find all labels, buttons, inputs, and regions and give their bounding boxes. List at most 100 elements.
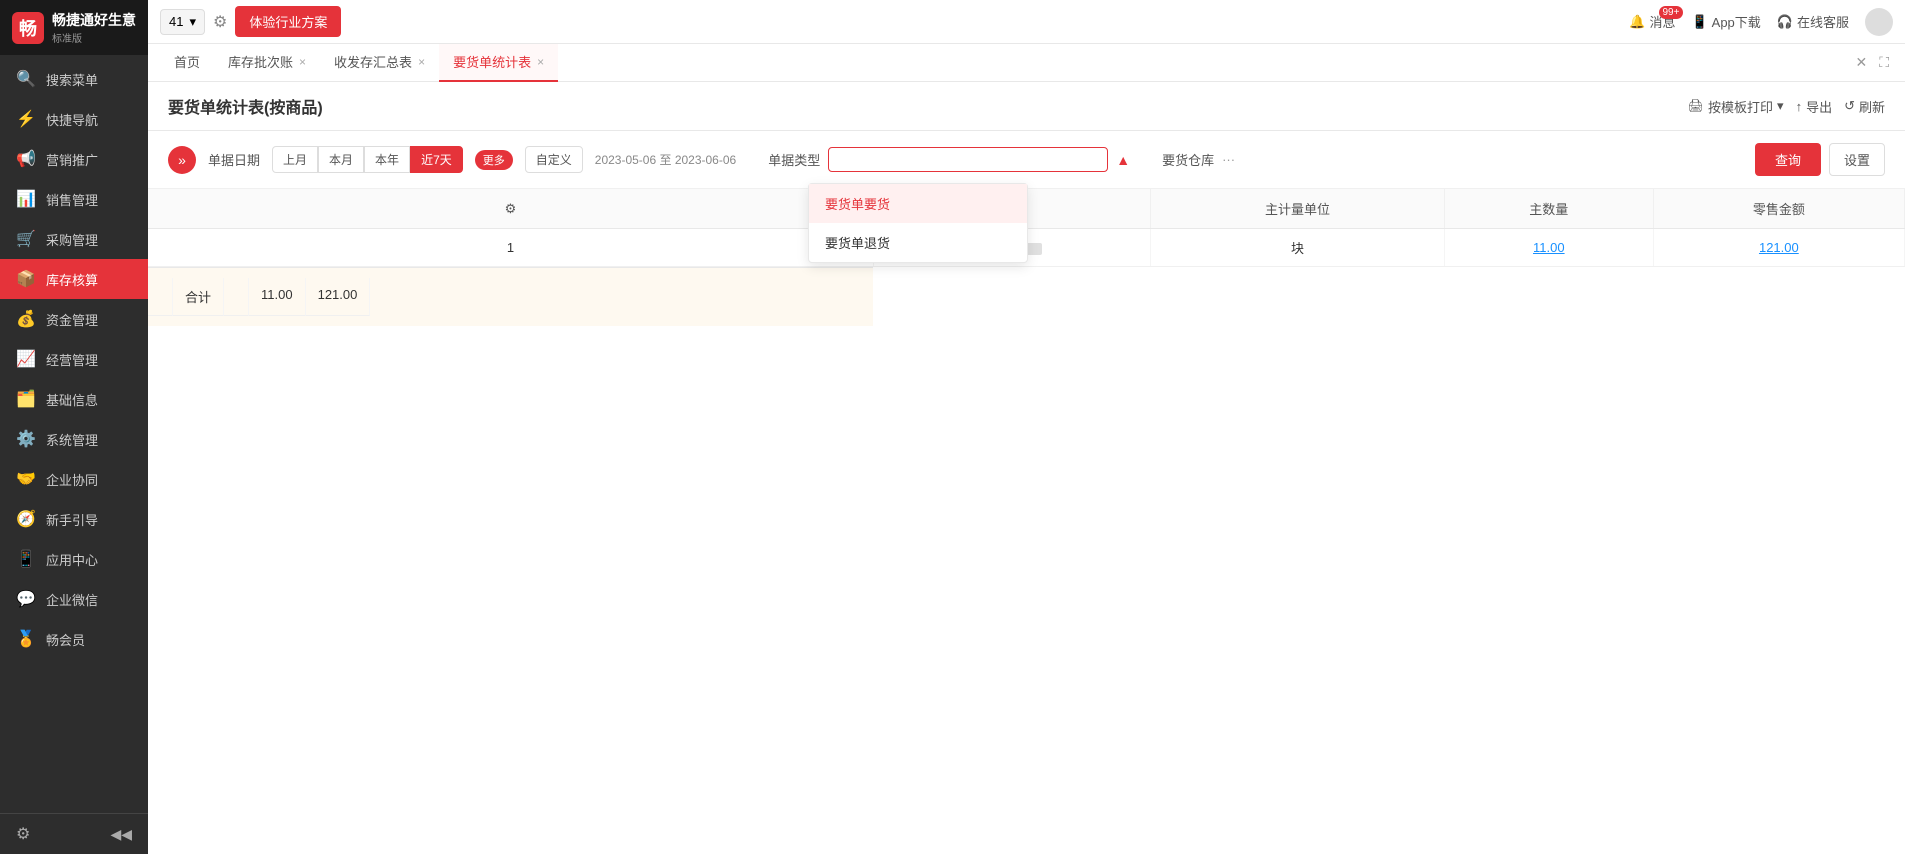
row-amount[interactable]: 121.00 — [1653, 229, 1904, 267]
tab-receipt-summary[interactable]: 收发存汇总表 × — [320, 44, 439, 82]
sidebar-item-label: 经营管理 — [46, 350, 98, 369]
tab-label-receipt-summary: 收发存汇总表 — [334, 52, 412, 71]
filter-expand-btn[interactable]: » — [168, 146, 196, 174]
sidebar-item-guide[interactable]: 🧭新手引导 — [0, 499, 148, 539]
period-btn-last-month[interactable]: 上月 — [272, 146, 318, 173]
footer-quantity: 11.00 — [249, 278, 306, 316]
inventory-icon: 📦 — [16, 269, 36, 289]
table-footer-row: 合计 11.00 121.00 — [148, 267, 873, 326]
tab-close-order-summary[interactable]: × — [537, 55, 544, 69]
notify-btn[interactable]: 🔔 消息 99+ — [1629, 12, 1675, 31]
settings-icon: ⚙ — [505, 201, 517, 216]
close-window-btn[interactable]: ✕ — [1851, 52, 1871, 73]
expand-window-btn[interactable]: ⛶ — [1875, 52, 1893, 73]
col-unit: 主计量单位 — [1151, 189, 1445, 229]
type-dropdown-arrow[interactable]: ▲ — [1116, 152, 1130, 168]
period-btn-this-month[interactable]: 本月 — [318, 146, 364, 173]
sidebar-brand-main: 畅捷通好生意 — [52, 10, 136, 30]
sidebar-item-enterprise[interactable]: 🤝企业协同 — [0, 459, 148, 499]
tab-inventory-batch[interactable]: 库存批次账 × — [214, 44, 320, 82]
col-quantity: 主数量 — [1444, 189, 1653, 229]
sidebar-header: 畅 畅捷通好生意 标准版 — [0, 0, 148, 55]
mobile-icon: 📱 — [1691, 14, 1707, 30]
tabs-bar: 首页库存批次账 ×收发存汇总表 ×要货单统计表 × ✕ ⛶ — [148, 44, 1905, 82]
chevron-down-icon: ▾ — [1777, 98, 1784, 114]
tab-label-order-summary: 要货单统计表 — [453, 52, 531, 71]
sidebar-item-label: 采购管理 — [46, 230, 98, 249]
marketing-icon: 📢 — [16, 149, 36, 169]
sidebar-item-base[interactable]: 🗂️基础信息 — [0, 379, 148, 419]
sidebar-item-label: 基础信息 — [46, 390, 98, 409]
page-content: 要货单统计表(按商品) 🖨 按模板打印 ▾ ↑ 导出 ↺ 刷新 — [148, 82, 1905, 854]
topbar-settings-icon[interactable]: ⚙ — [213, 12, 227, 32]
type-filter-group: 单据类型 ▲ — [768, 147, 1130, 172]
member-icon: 🏅 — [16, 629, 36, 649]
sidebar-brand-text: 畅捷通好生意 标准版 — [52, 10, 136, 45]
sidebar-item-system[interactable]: ⚙️系统管理 — [0, 419, 148, 459]
col-settings[interactable]: ⚙ — [148, 189, 873, 229]
tab-order-summary[interactable]: 要货单统计表 × — [439, 44, 558, 82]
data-table-container: ⚙ 商品 主计量单位 主数量 零售金额 1 块 11.00 121.00 — [148, 189, 1905, 854]
period-btn-group: 上月 本月 本年 近7天 — [272, 146, 463, 173]
sidebar-item-purchase[interactable]: 🛒 采购管理 — [0, 219, 148, 259]
company-selector[interactable]: 41 ▾ — [160, 9, 205, 35]
sidebar-item-label: 应用中心 — [46, 550, 98, 569]
period-btn-this-year[interactable]: 本年 — [364, 146, 410, 173]
bell-icon: 🔔 — [1629, 14, 1645, 30]
sidebar-item-label: 系统管理 — [46, 430, 98, 449]
chevron-down-icon: ▾ — [189, 14, 196, 30]
query-btn[interactable]: 查询 — [1755, 143, 1821, 176]
sidebar-item-quick-nav[interactable]: ⚡快捷导航 — [0, 99, 148, 139]
search-icon: 🔍 — [16, 69, 36, 89]
refresh-icon: ↺ — [1844, 98, 1855, 114]
headset-icon: 🎧 — [1777, 14, 1793, 30]
dropdown-item-order-return[interactable]: 要货单退货 — [809, 223, 1027, 262]
sidebar-item-label: 营销推广 — [46, 150, 98, 169]
warehouse-more-icon[interactable]: ··· — [1222, 152, 1235, 167]
tab-label-inventory-batch: 库存批次账 — [228, 52, 293, 71]
service-label: 在线客服 — [1797, 12, 1849, 31]
settings-icon[interactable]: ⚙ — [16, 824, 30, 844]
tab-close-receipt-summary[interactable]: × — [418, 55, 425, 69]
row-unit: 块 — [1151, 229, 1445, 267]
topbar-right: 🔔 消息 99+ 📱 App下载 🎧 在线客服 — [1629, 8, 1893, 36]
tab-home[interactable]: 首页 — [160, 44, 214, 82]
guide-icon: 🧭 — [16, 509, 36, 529]
purchase-icon: 🛒 — [16, 229, 36, 249]
sidebar-item-app-center[interactable]: 📱应用中心 — [0, 539, 148, 579]
sidebar-item-wechat[interactable]: 💬企业微信 — [0, 579, 148, 619]
trial-btn[interactable]: 体验行业方案 — [235, 6, 341, 37]
sidebar-item-member[interactable]: 🏅畅会员 — [0, 619, 148, 659]
operation-icon: 📈 — [16, 349, 36, 369]
collapse-icon[interactable]: ◀◀ — [110, 826, 132, 843]
page-header-actions: 🖨 按模板打印 ▾ ↑ 导出 ↺ 刷新 — [1688, 97, 1886, 116]
company-number: 41 — [169, 14, 183, 29]
sidebar-item-operation[interactable]: 📈 经营管理 — [0, 339, 148, 379]
sidebar-item-finance[interactable]: 💰资金管理 — [0, 299, 148, 339]
print-btn[interactable]: 🖨 按模板打印 ▾ — [1688, 97, 1784, 116]
sidebar-footer: ⚙ ◀◀ — [0, 813, 148, 854]
online-service-btn[interactable]: 🎧 在线客服 — [1777, 12, 1849, 31]
more-period-btn[interactable]: 更多 — [475, 150, 513, 170]
sidebar-item-marketing[interactable]: 📢 营销推广 — [0, 139, 148, 179]
export-btn[interactable]: ↑ 导出 — [1796, 97, 1833, 116]
type-input[interactable] — [828, 147, 1108, 172]
dropdown-item-order-goods[interactable]: 要货单要货 — [809, 184, 1027, 223]
app-download-btn[interactable]: 📱 App下载 — [1691, 12, 1760, 31]
sidebar-item-inventory[interactable]: 📦库存核算 — [0, 259, 148, 299]
custom-period-btn[interactable]: 自定义 — [525, 146, 583, 173]
sidebar-item-search[interactable]: 🔍搜索菜单 — [0, 59, 148, 99]
filter-actions: 查询 设置 — [1755, 143, 1885, 176]
footer-empty-1 — [148, 278, 173, 316]
finance-icon: 💰 — [16, 309, 36, 329]
expand-icon: » — [178, 152, 186, 168]
sidebar-item-sales[interactable]: 📊销售管理 — [0, 179, 148, 219]
period-btn-7days[interactable]: 近7天 — [410, 146, 463, 173]
row-quantity[interactable]: 11.00 — [1444, 229, 1653, 267]
page-title: 要货单统计表(按商品) — [168, 94, 323, 118]
refresh-btn[interactable]: ↺ 刷新 — [1844, 97, 1885, 116]
sidebar: 畅 畅捷通好生意 标准版 🔍搜索菜单⚡快捷导航 📢 营销推广 📊销售管理 🛒 采购管理 📦库… — [0, 0, 148, 854]
tab-close-inventory-batch[interactable]: × — [299, 55, 306, 69]
user-avatar[interactable] — [1865, 8, 1893, 36]
settings-btn[interactable]: 设置 — [1829, 143, 1885, 176]
